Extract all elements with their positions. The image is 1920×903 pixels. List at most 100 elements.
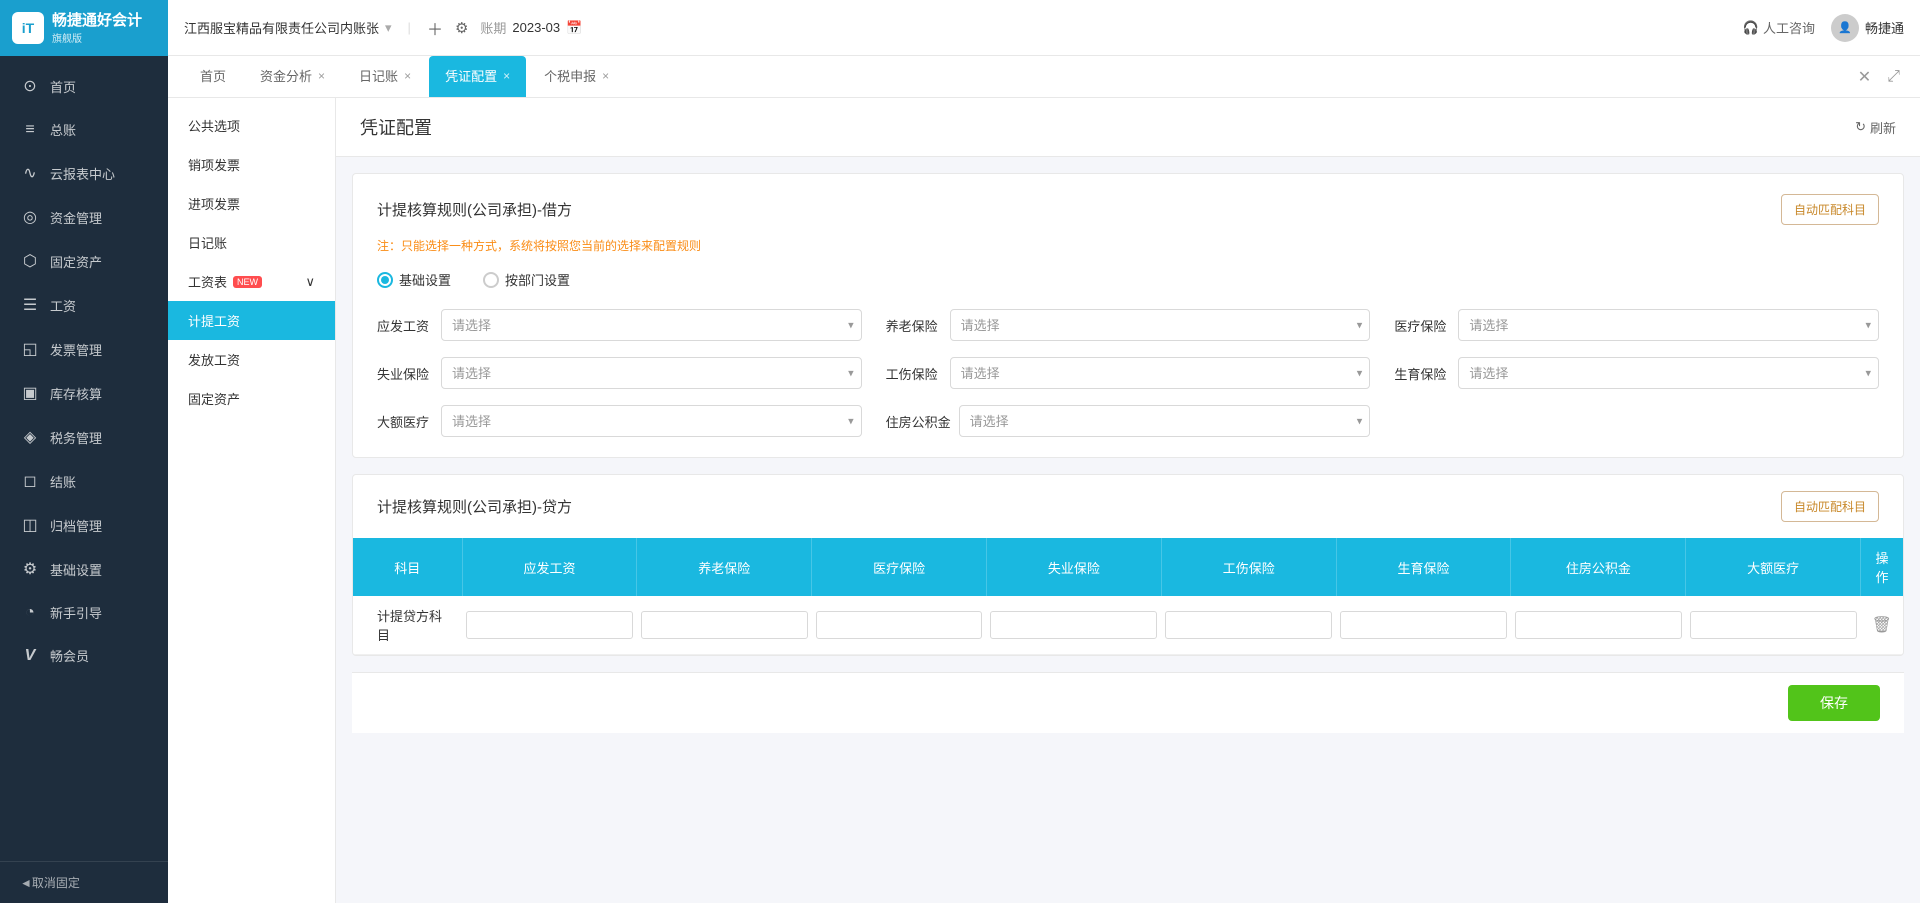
tab-journal[interactable]: 日记账 ×	[343, 56, 427, 97]
expand-icon: ∨	[305, 274, 315, 290]
tab-tax-close[interactable]: ×	[602, 69, 609, 83]
select-dae[interactable]: 请选择	[441, 405, 862, 437]
sidebar-item-closing[interactable]: ◻ 结账	[0, 459, 168, 503]
consult-btn[interactable]: 🎧 人工咨询	[1743, 18, 1815, 37]
tab-capital-close[interactable]: ×	[318, 69, 325, 83]
select-yanglao[interactable]: 请选择	[950, 309, 1371, 341]
sidebar-item-capital[interactable]: ◎ 资金管理	[0, 195, 168, 239]
refresh-btn[interactable]: ↻ 刷新	[1855, 118, 1896, 137]
assets-icon: ⬡	[20, 251, 40, 271]
leftnav-purchase[interactable]: 进项发票	[168, 184, 335, 223]
user-menu[interactable]: 👤 畅捷通	[1831, 14, 1904, 42]
select-wrapper-yanglao: 请选择 ▾	[950, 309, 1371, 341]
company-name: 江西服宝精品有限责任公司内账张	[184, 18, 379, 37]
field-yiliao: 医疗保险 请选择 ▾	[1394, 309, 1879, 341]
select-gongjijin[interactable]: 请选择	[959, 405, 1371, 437]
content-area: 公共选项 销项发票 进项发票 日记账 工资表 NEW ∨ 计提工资 发放工资 固…	[168, 98, 1920, 903]
expand-tabs-btn[interactable]: ⤢	[1883, 63, 1904, 91]
sidebar-label-inventory: 库存核算	[50, 384, 102, 403]
vip-icon: V	[20, 647, 40, 665]
tab-voucher-close[interactable]: ×	[503, 69, 510, 83]
sidebar-item-archive[interactable]: ◫ 归档管理	[0, 503, 168, 547]
input-credit-shengyu[interactable]	[1340, 611, 1507, 639]
sidebar-item-home[interactable]: ⊙ 首页	[0, 64, 168, 108]
leftnav-fixed-assets[interactable]: 固定资产	[168, 379, 335, 418]
app-logo: iT 畅捷通好会计 旗舰版	[0, 0, 168, 56]
select-yingfa[interactable]: 请选择	[441, 309, 862, 341]
sidebar-item-inventory[interactable]: ▣ 库存核算	[0, 371, 168, 415]
input-credit-yingfa[interactable]	[466, 611, 633, 639]
label-dae: 大额医疗	[377, 412, 433, 431]
radio-basic-label: 基础设置	[399, 270, 451, 289]
leftnav-payroll-pay[interactable]: 发放工资	[168, 340, 335, 379]
sidebar-item-vip[interactable]: V 畅会员	[0, 634, 168, 677]
field-dae: 大额医疗 请选择 ▾	[377, 405, 862, 437]
calendar-icon[interactable]: 📅	[566, 20, 582, 36]
sidebar-item-invoice[interactable]: ◱ 发票管理	[0, 327, 168, 371]
tab-capital[interactable]: 资金分析 ×	[244, 56, 341, 97]
period-display: 账期 2023-03 📅	[480, 18, 582, 37]
leftnav-payroll-table[interactable]: 工资表 NEW ∨	[168, 262, 335, 301]
th-shengyu: 生育保险	[1336, 538, 1511, 596]
add-account-btn[interactable]: ＋	[427, 16, 443, 40]
delete-row-btn[interactable]: 🗑	[1872, 617, 1892, 634]
select-shiye[interactable]: 请选择	[441, 357, 862, 389]
main-area: 江西服宝精品有限责任公司内账张 ▾ | ＋ ⚙ 账期 2023-03 📅 🎧 人…	[168, 0, 1920, 903]
sidebar-unpin[interactable]: ◄取消固定	[0, 861, 168, 903]
input-credit-dae[interactable]	[1690, 611, 1857, 639]
row-label: 计提贷方科目	[353, 596, 462, 655]
debit-auto-match-btn[interactable]: 自动匹配科目	[1781, 194, 1879, 225]
tabs-controls: ✕ ⤢	[1854, 63, 1904, 91]
sidebar-item-settings[interactable]: ⚙ 基础设置	[0, 547, 168, 591]
leftnav-journal[interactable]: 日记账	[168, 223, 335, 262]
select-wrapper-gongjijin: 请选择 ▾	[959, 405, 1371, 437]
tab-home[interactable]: 首页	[184, 56, 242, 97]
credit-auto-match-label: 自动匹配科目	[1794, 500, 1866, 514]
tab-voucher[interactable]: 凭证配置 ×	[429, 56, 526, 97]
sidebar-item-guide[interactable]: ◔ 新手引导	[0, 591, 168, 634]
radio-by-dept[interactable]: 按部门设置	[483, 270, 570, 289]
label-shiye: 失业保险	[377, 364, 433, 383]
radio-dept-label: 按部门设置	[505, 270, 570, 289]
tab-journal-close[interactable]: ×	[404, 69, 411, 83]
sidebar-item-reports[interactable]: ∿ 云报表中心	[0, 151, 168, 195]
sidebar-item-tax[interactable]: ◈ 税务管理	[0, 415, 168, 459]
select-shengyu[interactable]: 请选择	[1458, 357, 1879, 389]
sidebar-item-salary[interactable]: ☰ 工资	[0, 283, 168, 327]
cell-delete: 🗑	[1861, 596, 1903, 655]
credit-auto-match-btn[interactable]: 自动匹配科目	[1781, 491, 1879, 522]
select-wrapper-shiye: 请选择 ▾	[441, 357, 862, 389]
field-yanglao: 养老保险 请选择 ▾	[886, 309, 1371, 341]
input-credit-yanglao[interactable]	[641, 611, 808, 639]
logo-text: iT	[22, 20, 34, 36]
page-header: 凭证配置 ↻ 刷新	[336, 98, 1920, 157]
close-tab-btn[interactable]: ✕	[1854, 63, 1875, 91]
settings-btn[interactable]: ⚙	[455, 19, 468, 37]
ledger-icon: ≡	[20, 121, 40, 139]
company-selector[interactable]: 江西服宝精品有限责任公司内账张 ▾	[184, 18, 392, 37]
cell-shiye	[986, 596, 1161, 655]
leftnav-public[interactable]: 公共选项	[168, 106, 335, 145]
select-wrapper-dae: 请选择 ▾	[441, 405, 862, 437]
debit-form-grid: 应发工资 请选择 ▾ 养老保险 请选择	[377, 309, 1879, 437]
sidebar-item-assets[interactable]: ⬡ 固定资产	[0, 239, 168, 283]
save-btn[interactable]: 保存	[1788, 685, 1880, 721]
app-name: 畅捷通好会计	[52, 12, 142, 30]
input-credit-yiliao[interactable]	[816, 611, 983, 639]
cell-yiliao	[812, 596, 987, 655]
th-gongjijin: 住房公积金	[1511, 538, 1686, 596]
sidebar-item-ledger[interactable]: ≡ 总账	[0, 108, 168, 151]
credit-table: 科目 应发工资 养老保险 医疗保险 失业保险 工伤保险 生育保险 住房公积金 大…	[353, 538, 1903, 655]
select-gongshang[interactable]: 请选择	[950, 357, 1371, 389]
sidebar-label-invoice: 发票管理	[50, 340, 102, 359]
th-operation: 操作	[1861, 538, 1903, 596]
input-credit-gongshang[interactable]	[1165, 611, 1332, 639]
leftnav-payroll-calc[interactable]: 计提工资	[168, 301, 335, 340]
select-yiliao[interactable]: 请选择	[1458, 309, 1879, 341]
input-credit-shiye[interactable]	[990, 611, 1157, 639]
leftnav-sales[interactable]: 销项发票	[168, 145, 335, 184]
input-credit-gongjijin[interactable]	[1515, 611, 1682, 639]
payroll-table-label: 工资表 NEW	[188, 272, 262, 291]
tab-tax[interactable]: 个税申报 ×	[528, 56, 625, 97]
radio-basic[interactable]: 基础设置	[377, 270, 451, 289]
